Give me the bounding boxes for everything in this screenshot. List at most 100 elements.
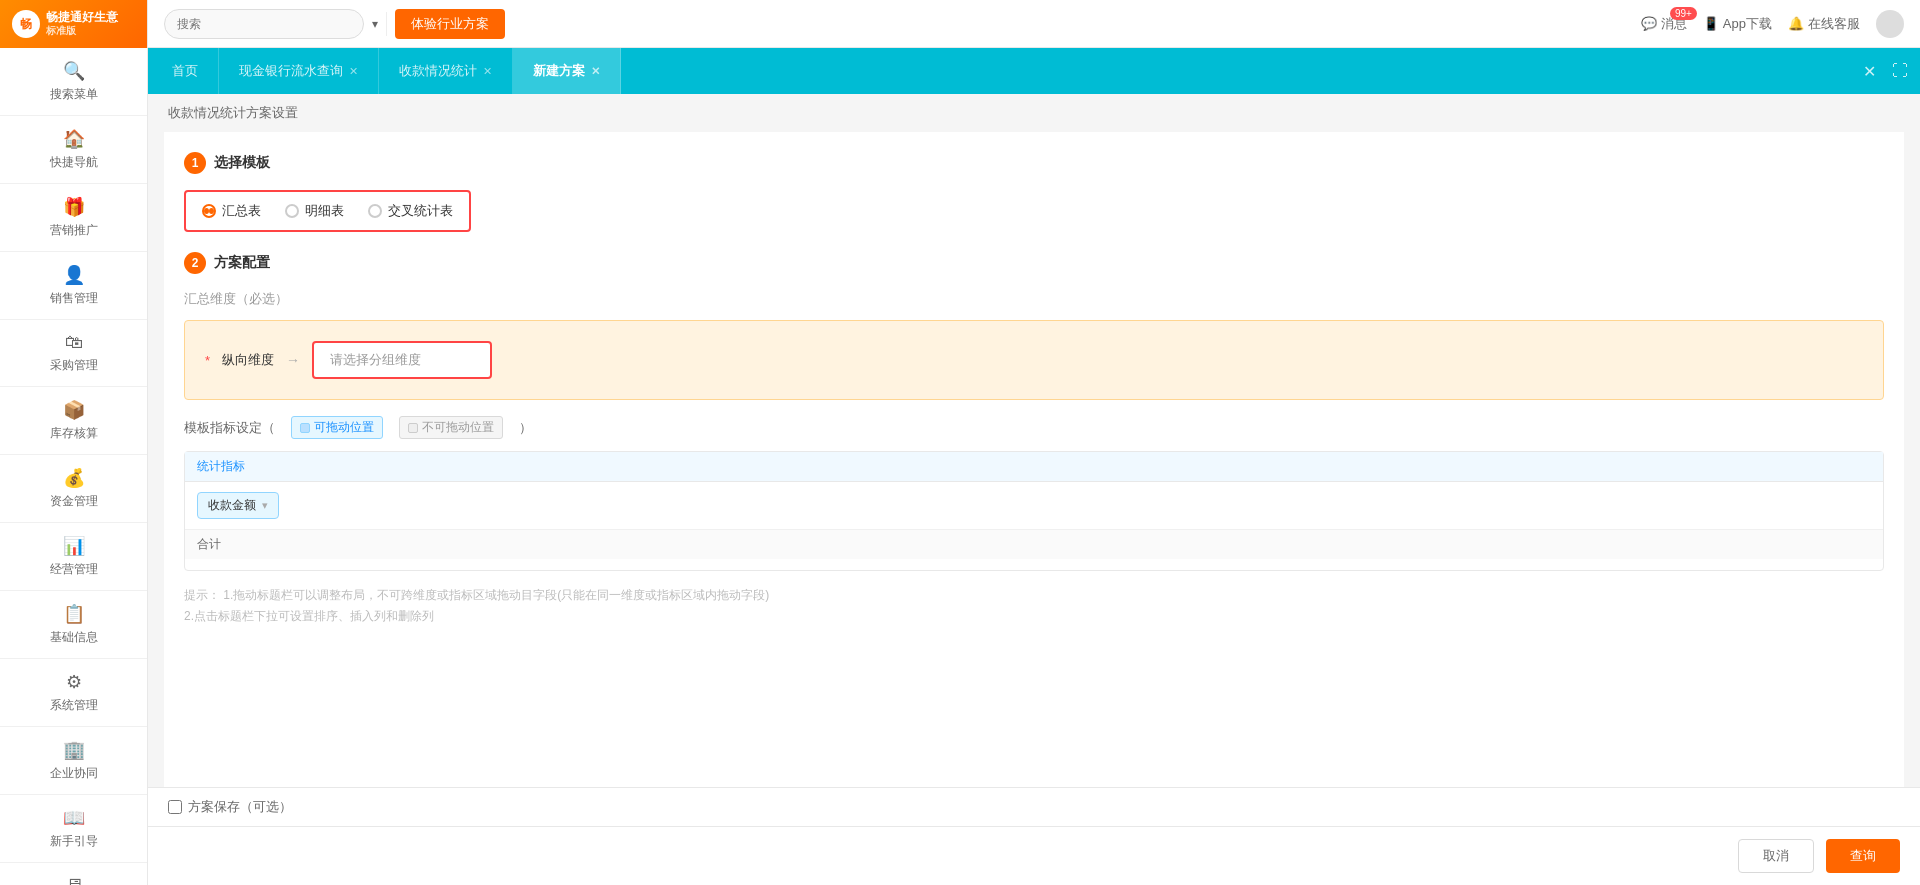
quick-nav-icon: 🏠 (63, 128, 85, 150)
guide-icon: 📖 (63, 807, 85, 829)
sidebar-item-marketing[interactable]: 🎁 营销推广 (0, 184, 147, 252)
search-input[interactable] (164, 9, 364, 39)
basic-info-icon: 📋 (63, 603, 85, 625)
radio-summary[interactable]: 汇总表 (202, 202, 261, 220)
sidebar-item-sales[interactable]: 👤 销售管理 (0, 252, 147, 320)
sidebar-item-label: 系统管理 (50, 697, 98, 714)
trial-button[interactable]: 体验行业方案 (395, 9, 505, 39)
sidebar-item-system[interactable]: ⚙ 系统管理 (0, 659, 147, 727)
enterprise-icon: 🏢 (63, 739, 85, 761)
sidebar-item-label: 采购管理 (50, 357, 98, 374)
online-service-button[interactable]: 🔔 在线客服 (1788, 15, 1860, 33)
sidebar-item-label: 基础信息 (50, 629, 98, 646)
metrics-area: 统计指标 收款金额 ▾ 合计 (184, 451, 1884, 571)
message-badge: 99+ (1670, 7, 1697, 20)
tab-collection-stats-close[interactable]: ✕ (483, 65, 492, 78)
step1-header: 1 选择模板 (184, 152, 1884, 174)
save-checkbox[interactable] (168, 800, 182, 814)
dimension-input[interactable]: 请选择分组维度 (312, 341, 492, 379)
tab-home[interactable]: 首页 (148, 48, 219, 94)
row-label: 纵向维度 (222, 351, 274, 369)
sidebar-item-operation[interactable]: 📊 经营管理 (0, 523, 147, 591)
tab-home-label: 首页 (172, 62, 198, 80)
sidebar-item-label: 库存核算 (50, 425, 98, 442)
sidebar-item-search-menu[interactable]: 🔍 搜索菜单 (0, 48, 147, 116)
tab-new-plan[interactable]: 新建方案 ✕ (513, 48, 621, 94)
sidebar-item-purchase[interactable]: 🛍 采购管理 (0, 320, 147, 387)
tab-expand-button[interactable]: ⛶ (1888, 58, 1912, 84)
system-icon: ⚙ (66, 671, 82, 693)
template-selector: 汇总表 明细表 交叉统计表 (184, 190, 471, 232)
metric-tag-label: 收款金额 (208, 497, 256, 514)
inventory-icon: 📦 (63, 399, 85, 421)
sidebar-item-hardware[interactable]: 🖥 智能硬件 (0, 863, 147, 885)
step1-title: 选择模板 (214, 154, 270, 172)
tab-cash-bank-close[interactable]: ✕ (349, 65, 358, 78)
marketing-icon: 🎁 (63, 196, 85, 218)
app-icon: 📱 (1703, 16, 1719, 31)
tag-dropdown-icon[interactable]: ▾ (262, 499, 268, 512)
user-avatar[interactable] (1876, 10, 1904, 38)
tab-collection-stats[interactable]: 收款情况统计 ✕ (379, 48, 513, 94)
app-download-button[interactable]: 📱 App下载 (1703, 15, 1772, 33)
dimension-area: * 纵向维度 → 请选择分组维度 (184, 320, 1884, 400)
operation-icon: 📊 (63, 535, 85, 557)
sales-icon: 👤 (63, 264, 85, 286)
sidebar-logo: 畅 畅捷通好生意 标准版 (0, 0, 147, 48)
sidebar-item-guide[interactable]: 📖 新手引导 (0, 795, 147, 863)
bottom-bar: 方案保存（可选） (148, 787, 1920, 826)
radio-summary-btn (202, 204, 216, 218)
step1-num: 1 (184, 152, 206, 174)
metrics-summary: 合计 (185, 529, 1883, 559)
message-button[interactable]: 💬 消息 99+ (1641, 15, 1687, 33)
sidebar-item-quick-nav[interactable]: 🏠 快捷导航 (0, 116, 147, 184)
topbar-dropdown[interactable]: ▾ (372, 17, 378, 31)
sidebar: 畅 畅捷通好生意 标准版 🔍 搜索菜单 🏠 快捷导航 🎁 营销推广 👤 销售管理… (0, 0, 148, 885)
radio-cross-btn (368, 204, 382, 218)
arrow-icon: → (286, 352, 300, 368)
query-button[interactable]: 查询 (1826, 839, 1900, 873)
step2-header: 2 方案配置 (184, 252, 1884, 274)
metrics-section-label: 统计指标 (185, 452, 1883, 482)
sidebar-nav: 🔍 搜索菜单 🏠 快捷导航 🎁 营销推广 👤 销售管理 🛍 采购管理 📦 库存核… (0, 48, 147, 885)
tab-close-all-button[interactable]: ✕ (1859, 58, 1880, 85)
main-area: ▾ 体验行业方案 💬 消息 99+ 📱 App下载 🔔 在线客服 首页 (148, 0, 1920, 885)
metric-tag-collection-amount[interactable]: 收款金额 ▾ (197, 492, 279, 519)
tab-controls: ✕ ⛶ (1859, 58, 1920, 85)
topbar-right: 💬 消息 99+ 📱 App下载 🔔 在线客服 (1641, 10, 1904, 38)
message-icon: 💬 (1641, 16, 1657, 31)
save-option-label: 方案保存（可选） (188, 798, 292, 816)
logo-name: 畅捷通好生意 (46, 10, 118, 24)
non-draggable-badge: 不可拖动位置 (399, 416, 503, 439)
tabbar: 首页 现金银行流水查询 ✕ 收款情况统计 ✕ 新建方案 ✕ ✕ ⛶ (148, 48, 1920, 94)
sidebar-item-basic-info[interactable]: 📋 基础信息 (0, 591, 147, 659)
step2-section: 2 方案配置 汇总维度（必选） * 纵向维度 → 请选择分组维度 (184, 252, 1884, 625)
radio-summary-label: 汇总表 (222, 202, 261, 220)
sidebar-item-finance[interactable]: 💰 资金管理 (0, 455, 147, 523)
topbar-left: ▾ 体验行业方案 (164, 9, 505, 39)
sidebar-item-label: 销售管理 (50, 290, 98, 307)
logo-version: 标准版 (46, 24, 118, 38)
sidebar-item-enterprise[interactable]: 🏢 企业协同 (0, 727, 147, 795)
purchase-icon: 🛍 (65, 332, 83, 353)
sidebar-item-label: 企业协同 (50, 765, 98, 782)
tab-collection-stats-label: 收款情况统计 (399, 62, 477, 80)
sidebar-item-label: 搜索菜单 (50, 86, 98, 103)
tab-new-plan-close[interactable]: ✕ (591, 65, 600, 78)
tab-cash-bank[interactable]: 现金银行流水查询 ✕ (219, 48, 379, 94)
finance-icon: 💰 (63, 467, 85, 489)
step2-title: 方案配置 (214, 254, 270, 272)
tips-section: 提示： 1.拖动标题栏可以调整布局，不可跨维度或指标区域拖动目字段(只能在同一维… (184, 587, 1884, 625)
topbar: ▾ 体验行业方案 💬 消息 99+ 📱 App下载 🔔 在线客服 (148, 0, 1920, 48)
metrics-header: 模板指标设定（ 可拖动位置 不可拖动位置 ） (184, 416, 1884, 439)
step1-section: 1 选择模板 汇总表 明细表 (184, 152, 1884, 232)
radio-detail-label: 明细表 (305, 202, 344, 220)
cancel-button[interactable]: 取消 (1738, 839, 1814, 873)
sidebar-item-label: 营销推广 (50, 222, 98, 239)
sidebar-item-inventory[interactable]: 📦 库存核算 (0, 387, 147, 455)
content-area: 收款情况统计方案设置 1 选择模板 汇总表 (148, 94, 1920, 826)
metrics-label-text: 模板指标设定（ (184, 419, 275, 437)
radio-cross[interactable]: 交叉统计表 (368, 202, 453, 220)
radio-detail[interactable]: 明细表 (285, 202, 344, 220)
tip-1: 提示： 1.拖动标题栏可以调整布局，不可跨维度或指标区域拖动目字段(只能在同一维… (184, 587, 1884, 604)
